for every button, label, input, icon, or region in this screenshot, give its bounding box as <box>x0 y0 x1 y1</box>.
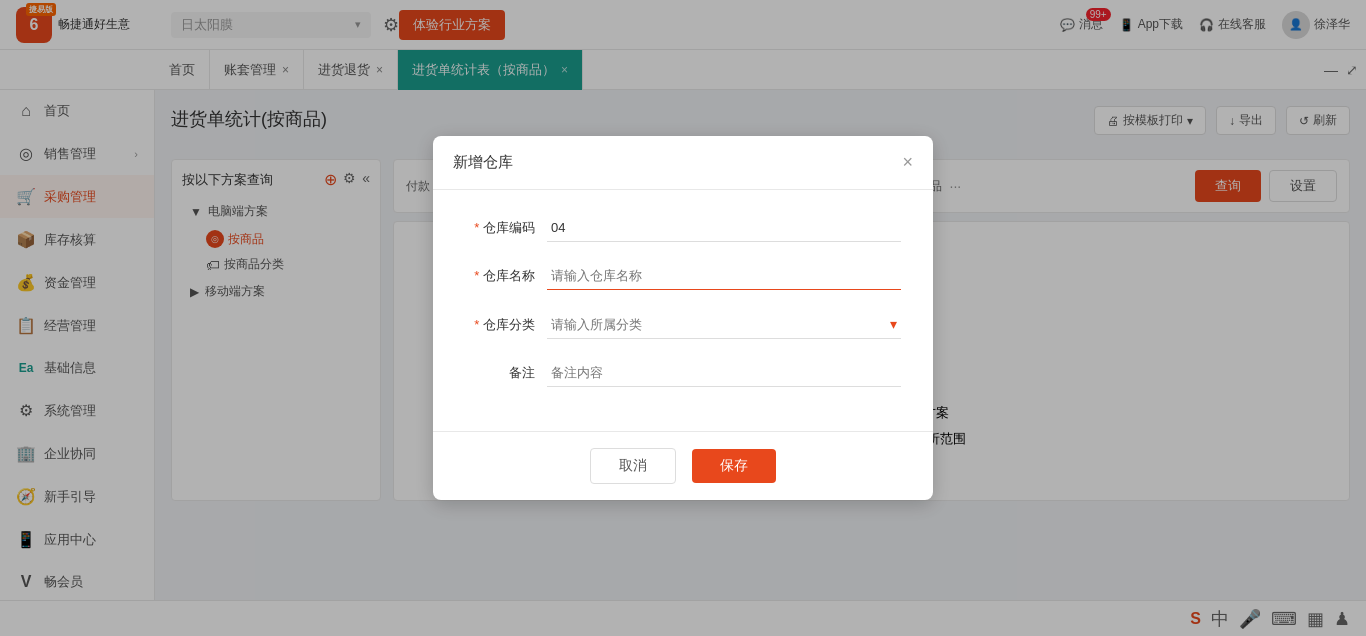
modal-cancel-button[interactable]: 取消 <box>590 448 676 484</box>
modal-field-warehouse-name: 仓库名称 <box>465 262 901 290</box>
warehouse-name-input[interactable] <box>547 262 901 290</box>
warehouse-category-input[interactable] <box>551 317 890 332</box>
remark-label: 备注 <box>465 364 535 382</box>
modal-save-button[interactable]: 保存 <box>692 449 776 483</box>
modal-footer: 取消 保存 <box>433 431 933 500</box>
warehouse-code-label: 仓库编码 <box>465 219 535 237</box>
select-arrow-icon: ▾ <box>890 316 897 332</box>
modal-overlay: 新增仓库 × 仓库编码 仓库名称 仓库分类 ▾ <box>0 0 1366 636</box>
modal-body: 仓库编码 仓库名称 仓库分类 ▾ 备注 <box>433 190 933 431</box>
modal-field-remark: 备注 <box>465 359 901 387</box>
modal-field-warehouse-code: 仓库编码 <box>465 214 901 242</box>
modal-close-button[interactable]: × <box>902 152 913 173</box>
modal-field-warehouse-category: 仓库分类 ▾ <box>465 310 901 339</box>
warehouse-code-input[interactable] <box>547 214 901 242</box>
warehouse-name-label: 仓库名称 <box>465 267 535 285</box>
warehouse-category-label: 仓库分类 <box>465 316 535 334</box>
remark-input[interactable] <box>547 359 901 387</box>
modal-title: 新增仓库 <box>453 153 513 172</box>
modal-header: 新增仓库 × <box>433 136 933 190</box>
modal-add-warehouse: 新增仓库 × 仓库编码 仓库名称 仓库分类 ▾ <box>433 136 933 500</box>
warehouse-category-select[interactable]: ▾ <box>547 310 901 339</box>
